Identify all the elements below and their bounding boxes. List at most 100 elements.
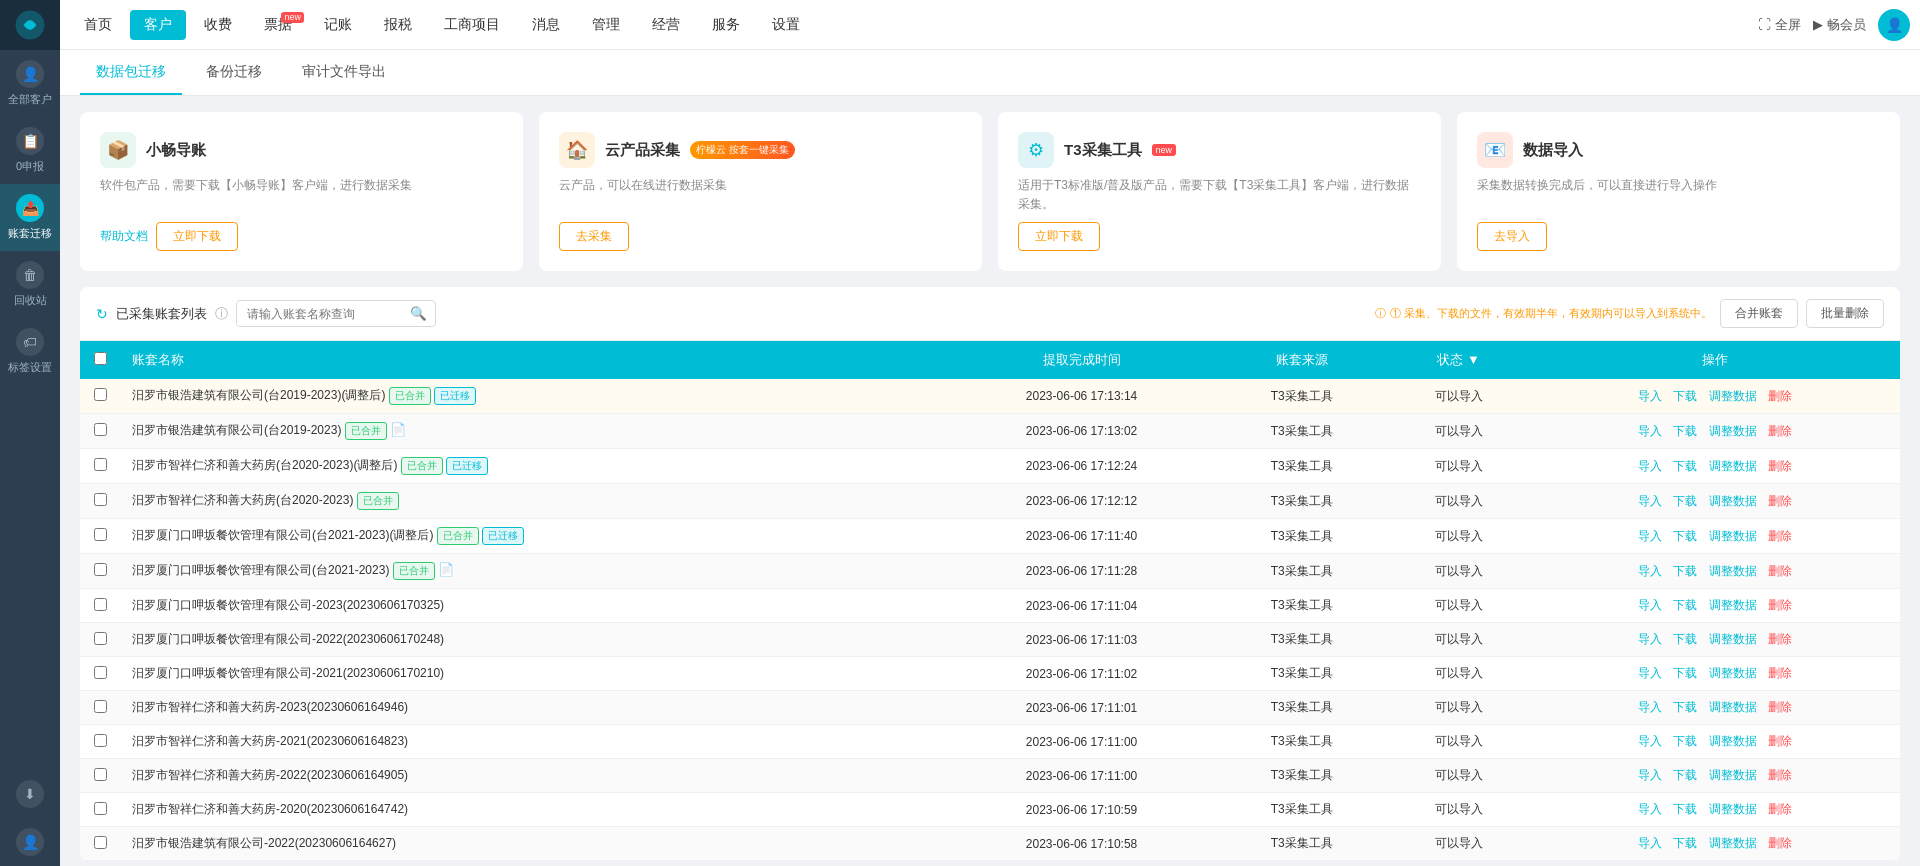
app-logo[interactable] xyxy=(0,0,60,50)
search-input[interactable] xyxy=(237,302,402,326)
row-delete-link[interactable]: 删除 xyxy=(1768,802,1792,816)
row-delete-link[interactable]: 删除 xyxy=(1768,666,1792,680)
row-delete-link[interactable]: 删除 xyxy=(1768,598,1792,612)
sidebar-item-account-migrate[interactable]: 📤 账套迁移 xyxy=(0,184,60,251)
row-checkbox[interactable] xyxy=(94,632,107,645)
row-delete-link[interactable]: 删除 xyxy=(1768,494,1792,508)
row-adjust-link[interactable]: 调整数据 xyxy=(1709,802,1757,816)
row-download-link[interactable]: 下载 xyxy=(1673,424,1697,438)
row-delete-link[interactable]: 删除 xyxy=(1768,564,1792,578)
select-all-checkbox[interactable] xyxy=(94,352,107,365)
row-download-link[interactable]: 下载 xyxy=(1673,564,1697,578)
row-adjust-link[interactable]: 调整数据 xyxy=(1709,564,1757,578)
row-download-link[interactable]: 下载 xyxy=(1673,802,1697,816)
row-delete-link[interactable]: 删除 xyxy=(1768,529,1792,543)
row-download-link[interactable]: 下载 xyxy=(1673,700,1697,714)
sidebar-item-all-clients[interactable]: 👤 全部客户 xyxy=(0,50,60,117)
row-checkbox[interactable] xyxy=(94,458,107,471)
row-checkbox[interactable] xyxy=(94,388,107,401)
row-import-link[interactable]: 导入 xyxy=(1638,768,1662,782)
row-download-link[interactable]: 下载 xyxy=(1673,734,1697,748)
row-checkbox[interactable] xyxy=(94,666,107,679)
sidebar-item-zero-report[interactable]: 📋 0申报 xyxy=(0,117,60,184)
tab-backup-migrate[interactable]: 备份迁移 xyxy=(190,51,278,95)
row-import-link[interactable]: 导入 xyxy=(1638,424,1662,438)
row-delete-link[interactable]: 删除 xyxy=(1768,632,1792,646)
nav-service[interactable]: 服务 xyxy=(698,10,754,40)
row-download-link[interactable]: 下载 xyxy=(1673,632,1697,646)
row-download-link[interactable]: 下载 xyxy=(1673,529,1697,543)
row-import-link[interactable]: 导入 xyxy=(1638,494,1662,508)
nav-fee[interactable]: 收费 xyxy=(190,10,246,40)
row-adjust-link[interactable]: 调整数据 xyxy=(1709,768,1757,782)
nav-home[interactable]: 首页 xyxy=(70,10,126,40)
row-delete-link[interactable]: 删除 xyxy=(1768,700,1792,714)
row-delete-link[interactable]: 删除 xyxy=(1768,424,1792,438)
row-adjust-link[interactable]: 调整数据 xyxy=(1709,389,1757,403)
row-checkbox[interactable] xyxy=(94,836,107,849)
download-btn[interactable]: 立即下载 xyxy=(156,222,238,251)
vip-btn[interactable]: ▶ 畅会员 xyxy=(1813,16,1866,34)
refresh-icon[interactable]: ↻ xyxy=(96,306,108,322)
nav-message[interactable]: 消息 xyxy=(518,10,574,40)
row-adjust-link[interactable]: 调整数据 xyxy=(1709,529,1757,543)
row-import-link[interactable]: 导入 xyxy=(1638,389,1662,403)
row-download-link[interactable]: 下载 xyxy=(1673,598,1697,612)
row-import-link[interactable]: 导入 xyxy=(1638,598,1662,612)
t3-download-btn[interactable]: 立即下载 xyxy=(1018,222,1100,251)
row-delete-link[interactable]: 删除 xyxy=(1768,768,1792,782)
row-checkbox[interactable] xyxy=(94,802,107,815)
row-import-link[interactable]: 导入 xyxy=(1638,529,1662,543)
sidebar-item-tag-settings[interactable]: 🏷 标签设置 xyxy=(0,318,60,385)
go-collect-btn[interactable]: 去采集 xyxy=(559,222,629,251)
row-checkbox[interactable] xyxy=(94,528,107,541)
fullscreen-btn[interactable]: ⛶ 全屏 xyxy=(1758,16,1801,34)
nav-tax[interactable]: 报税 xyxy=(370,10,426,40)
row-checkbox[interactable] xyxy=(94,734,107,747)
row-adjust-link[interactable]: 调整数据 xyxy=(1709,632,1757,646)
row-checkbox[interactable] xyxy=(94,598,107,611)
row-download-link[interactable]: 下载 xyxy=(1673,459,1697,473)
nav-settings[interactable]: 设置 xyxy=(758,10,814,40)
sidebar-item-recycle[interactable]: 🗑 回收站 xyxy=(0,251,60,318)
merge-accounts-btn[interactable]: 合并账套 xyxy=(1720,299,1798,328)
row-import-link[interactable]: 导入 xyxy=(1638,802,1662,816)
row-adjust-link[interactable]: 调整数据 xyxy=(1709,666,1757,680)
row-checkbox[interactable] xyxy=(94,563,107,576)
nav-business[interactable]: 工商项目 xyxy=(430,10,514,40)
row-import-link[interactable]: 导入 xyxy=(1638,734,1662,748)
row-adjust-link[interactable]: 调整数据 xyxy=(1709,598,1757,612)
row-delete-link[interactable]: 删除 xyxy=(1768,836,1792,850)
row-adjust-link[interactable]: 调整数据 xyxy=(1709,494,1757,508)
row-adjust-link[interactable]: 调整数据 xyxy=(1709,734,1757,748)
row-download-link[interactable]: 下载 xyxy=(1673,666,1697,680)
row-checkbox[interactable] xyxy=(94,768,107,781)
row-download-link[interactable]: 下载 xyxy=(1673,768,1697,782)
nav-client[interactable]: 客户 xyxy=(130,10,186,40)
row-import-link[interactable]: 导入 xyxy=(1638,700,1662,714)
user-avatar[interactable]: 👤 xyxy=(1878,9,1910,41)
help-icon[interactable]: ⓘ xyxy=(215,305,228,323)
nav-manage[interactable]: 管理 xyxy=(578,10,634,40)
row-download-link[interactable]: 下载 xyxy=(1673,389,1697,403)
help-doc-link[interactable]: 帮助文档 xyxy=(100,228,148,245)
row-import-link[interactable]: 导入 xyxy=(1638,459,1662,473)
row-checkbox[interactable] xyxy=(94,493,107,506)
row-adjust-link[interactable]: 调整数据 xyxy=(1709,459,1757,473)
row-import-link[interactable]: 导入 xyxy=(1638,666,1662,680)
row-adjust-link[interactable]: 调整数据 xyxy=(1709,700,1757,714)
row-adjust-link[interactable]: 调整数据 xyxy=(1709,424,1757,438)
row-delete-link[interactable]: 删除 xyxy=(1768,459,1792,473)
row-download-link[interactable]: 下载 xyxy=(1673,836,1697,850)
sidebar-item-download[interactable]: ⬇ xyxy=(0,770,60,818)
tab-audit-export[interactable]: 审计文件导出 xyxy=(286,51,402,95)
row-import-link[interactable]: 导入 xyxy=(1638,564,1662,578)
row-import-link[interactable]: 导入 xyxy=(1638,632,1662,646)
go-import-btn[interactable]: 去导入 xyxy=(1477,222,1547,251)
row-adjust-link[interactable]: 调整数据 xyxy=(1709,836,1757,850)
row-checkbox[interactable] xyxy=(94,423,107,436)
row-delete-link[interactable]: 删除 xyxy=(1768,389,1792,403)
search-button[interactable]: 🔍 xyxy=(402,301,435,326)
nav-accounting[interactable]: 记账 xyxy=(310,10,366,40)
row-delete-link[interactable]: 删除 xyxy=(1768,734,1792,748)
